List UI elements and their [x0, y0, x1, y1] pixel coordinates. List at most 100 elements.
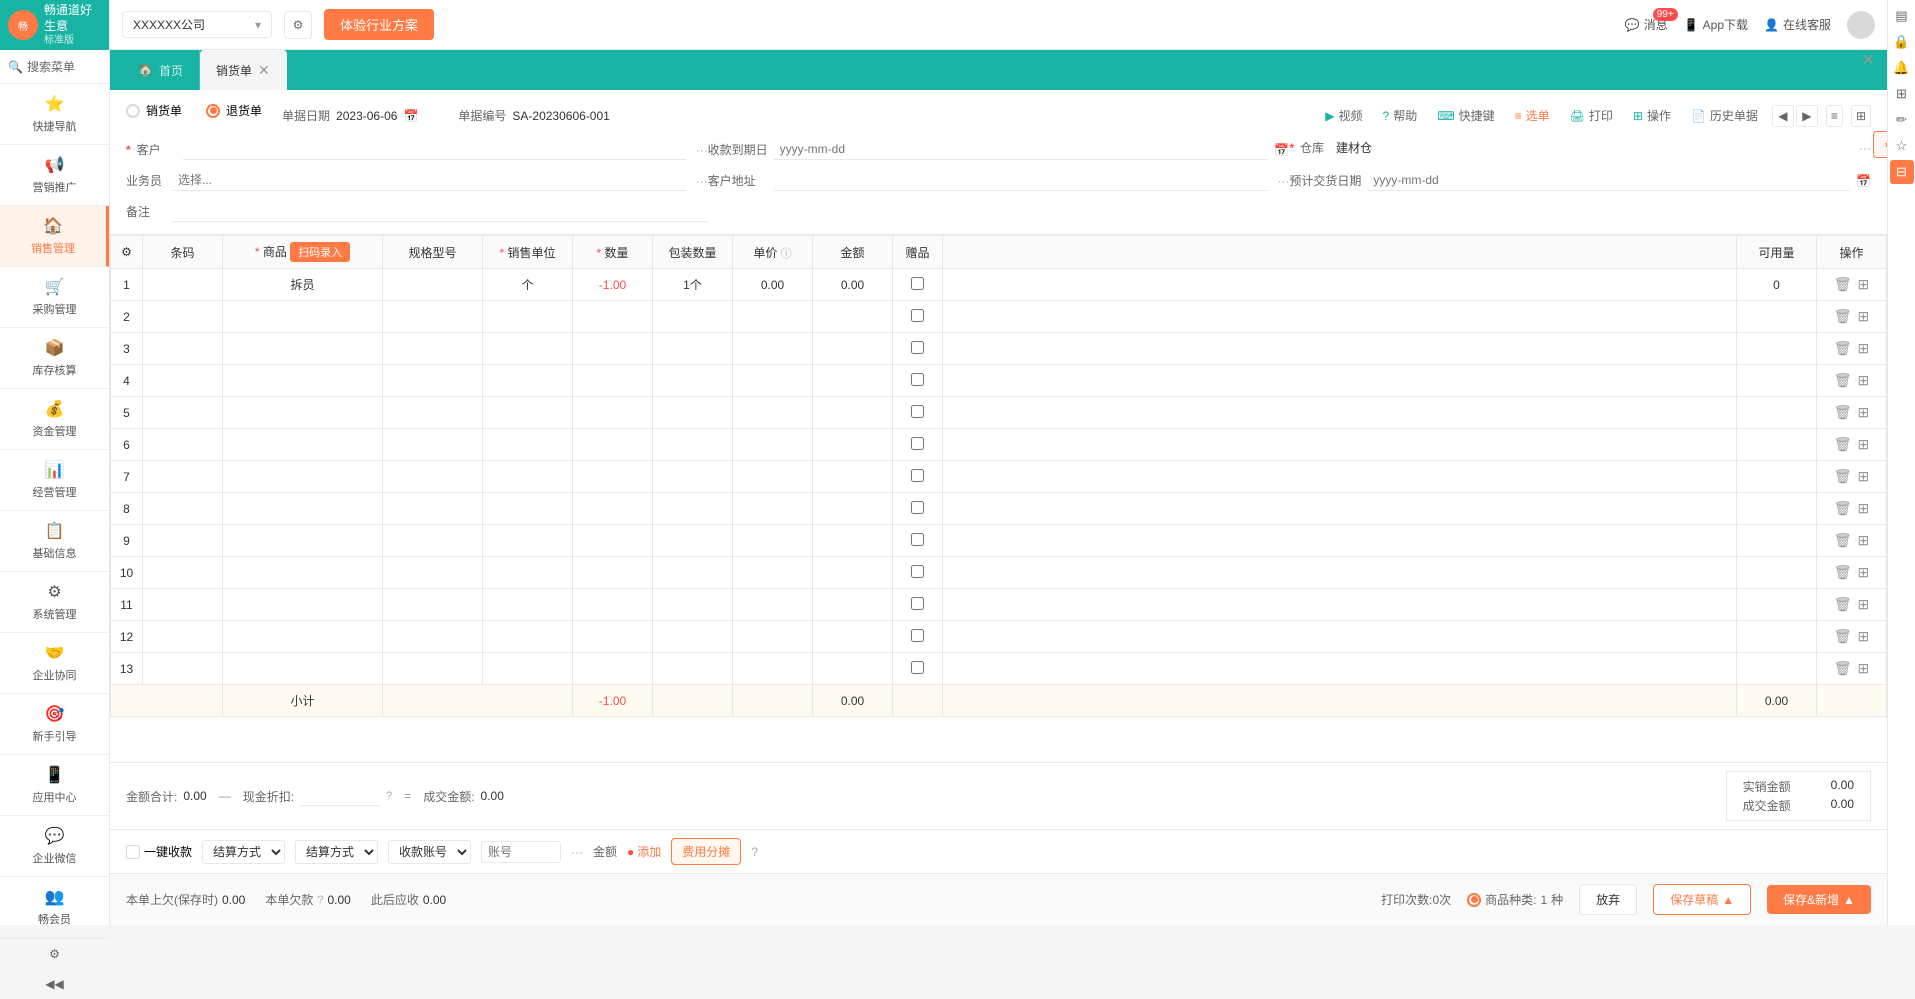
- rp-btn-6[interactable]: ☆: [1890, 134, 1914, 158]
- discount-input[interactable]: [300, 787, 380, 806]
- discard-button[interactable]: 放弃: [1579, 884, 1637, 915]
- account-dots[interactable]: ···: [571, 845, 583, 859]
- gift-checkbox[interactable]: [911, 565, 924, 578]
- rp-btn-1[interactable]: ▤: [1890, 4, 1914, 28]
- add-payment-button[interactable]: ● 添加: [627, 843, 661, 860]
- gift-checkbox[interactable]: [911, 597, 924, 610]
- gift-checkbox[interactable]: [911, 533, 924, 546]
- row-amount-1[interactable]: 0.00: [813, 269, 893, 301]
- online-service-button[interactable]: 👤 在线客服: [1764, 16, 1831, 33]
- message-button[interactable]: 💬 消息 99+: [1625, 16, 1668, 33]
- video-btn[interactable]: ▶ 视频: [1319, 104, 1368, 127]
- payment-method-select[interactable]: 结算方式: [202, 840, 285, 864]
- sidebar-item-enterprise[interactable]: 🤝 企业协同: [0, 633, 109, 694]
- tab-sales-order[interactable]: 销货单 ✕: [200, 50, 287, 90]
- sidebar-item-quick-nav[interactable]: ⭐ 快捷导航: [0, 84, 109, 145]
- grid-view-btn[interactable]: ⊞: [1851, 105, 1871, 127]
- company-selector[interactable]: XXXXXX公司 ▾: [122, 11, 272, 38]
- th-gear[interactable]: ⚙: [111, 236, 143, 269]
- sidebar-item-system[interactable]: ⚙ 系统管理: [0, 572, 109, 633]
- row-spec-1[interactable]: [383, 269, 483, 301]
- copy-icon[interactable]: ⊞: [1858, 404, 1870, 421]
- history-btn[interactable]: 📄 历史单据: [1685, 104, 1764, 127]
- radio-return-order[interactable]: 退货单: [206, 102, 262, 119]
- salesperson-dots[interactable]: ···: [696, 174, 708, 188]
- account-input[interactable]: [481, 841, 561, 863]
- gift-checkbox[interactable]: [911, 309, 924, 322]
- copy-icon[interactable]: ⊞: [1858, 532, 1870, 549]
- print-btn[interactable]: 🖨 打印: [1564, 104, 1619, 127]
- delete-icon[interactable]: 🗑: [1834, 468, 1852, 485]
- customer-dots[interactable]: ···: [696, 143, 708, 157]
- account-select[interactable]: 收款账号: [388, 840, 471, 864]
- save-new-button[interactable]: 保存&新增 ▲: [1767, 885, 1871, 914]
- row-gift-1[interactable]: [893, 269, 943, 301]
- sidebar-item-member[interactable]: 👥 畅会员: [0, 877, 109, 938]
- delete-icon[interactable]: 🗑: [1834, 372, 1852, 389]
- sidebar-item-sales[interactable]: 🏠 销售管理: [0, 206, 109, 267]
- sidebar-collapse-btn[interactable]: ◀◀: [0, 969, 109, 999]
- calc-method-select[interactable]: 结算方式: [295, 840, 378, 864]
- sidebar-item-operation[interactable]: 📊 经营管理: [0, 450, 109, 511]
- prev-btn[interactable]: ◀: [1772, 105, 1794, 127]
- row-price-1[interactable]: 0.00: [733, 269, 813, 301]
- delete-icon[interactable]: 🗑: [1834, 404, 1852, 421]
- next-btn[interactable]: ▶: [1796, 105, 1818, 127]
- notes-input[interactable]: [172, 201, 708, 222]
- rp-btn-4[interactable]: ⊞: [1890, 82, 1914, 106]
- rp-btn-5[interactable]: ✏: [1890, 108, 1914, 132]
- delete-icon[interactable]: 🗑: [1834, 532, 1852, 549]
- scan-button[interactable]: 扫码录入: [290, 242, 350, 262]
- delete-icon[interactable]: 🗑: [1834, 500, 1852, 517]
- gift-checkbox[interactable]: [911, 405, 924, 418]
- gift-checkbox[interactable]: [911, 501, 924, 514]
- sidebar-item-basic[interactable]: 📋 基础信息: [0, 511, 109, 572]
- copy-icon[interactable]: ⊞: [1858, 628, 1870, 645]
- expense-allocation-button[interactable]: 费用分摊: [671, 838, 741, 865]
- copy-icon[interactable]: ⊞: [1858, 596, 1870, 613]
- rp-btn-2[interactable]: 🔒: [1890, 30, 1914, 54]
- sidebar-item-inventory[interactable]: 📦 库存核算: [0, 328, 109, 389]
- copy-icon[interactable]: ⊞: [1858, 500, 1870, 517]
- user-avatar[interactable]: [1847, 11, 1875, 39]
- sidebar-item-wechat[interactable]: 💬 企业微信: [0, 816, 109, 877]
- gift-checkbox[interactable]: [911, 661, 924, 674]
- delete-icon[interactable]: 🗑: [1834, 596, 1852, 613]
- row-pack-qty-1[interactable]: 1个: [653, 269, 733, 301]
- settings-gear-button[interactable]: ⚙: [284, 11, 312, 39]
- gift-checkbox[interactable]: [911, 469, 924, 482]
- copy-icon[interactable]: ⊞: [1858, 436, 1870, 453]
- row-unit-1[interactable]: 个: [483, 269, 573, 301]
- copy-icon-1[interactable]: ⊞: [1858, 276, 1870, 293]
- payment-calendar-icon[interactable]: 📅: [1274, 143, 1289, 157]
- help-btn[interactable]: ? 帮助: [1377, 104, 1424, 127]
- gift-checkbox-1[interactable]: [911, 277, 924, 290]
- delete-icon[interactable]: 🗑: [1834, 308, 1852, 325]
- choose-btn[interactable]: ≡ 选单: [1509, 104, 1556, 127]
- delete-icon[interactable]: 🗑: [1834, 340, 1852, 357]
- delete-icon-1[interactable]: 🗑: [1834, 276, 1852, 293]
- copy-icon[interactable]: ⊞: [1858, 372, 1870, 389]
- sidebar-item-purchase[interactable]: 🛒 采购管理: [0, 267, 109, 328]
- tab-close-icon[interactable]: ✕: [258, 62, 270, 79]
- customer-input[interactable]: [183, 139, 686, 160]
- list-view-btn[interactable]: ≡: [1826, 105, 1843, 127]
- window-close-button[interactable]: ✕: [1862, 50, 1875, 90]
- addr-dots[interactable]: ···: [1277, 174, 1289, 188]
- copy-icon[interactable]: ⊞: [1858, 340, 1870, 357]
- date-value[interactable]: 2023-06-06: [336, 109, 397, 123]
- rp-btn-3[interactable]: 🔔: [1890, 56, 1914, 80]
- settings-btn[interactable]: ⚙ ⚙ 设置: [1873, 131, 1887, 158]
- row-barcode-1[interactable]: [143, 269, 223, 301]
- gift-checkbox[interactable]: [911, 629, 924, 642]
- copy-icon[interactable]: ⊞: [1858, 660, 1870, 677]
- sidebar-item-marketing[interactable]: 📢 营销推广: [0, 145, 109, 206]
- warehouse-dots[interactable]: ···: [1859, 141, 1871, 155]
- ops-btn[interactable]: ⊞ 操作: [1627, 104, 1677, 127]
- expected-delivery-input[interactable]: [1367, 170, 1850, 191]
- row-product-1[interactable]: 拆员: [223, 269, 383, 301]
- delete-icon[interactable]: 🗑: [1834, 628, 1852, 645]
- app-download-button[interactable]: 📱 App下载: [1684, 16, 1748, 33]
- row-qty-1[interactable]: -1.00: [573, 269, 653, 301]
- rp-btn-7[interactable]: ⊟: [1890, 160, 1914, 184]
